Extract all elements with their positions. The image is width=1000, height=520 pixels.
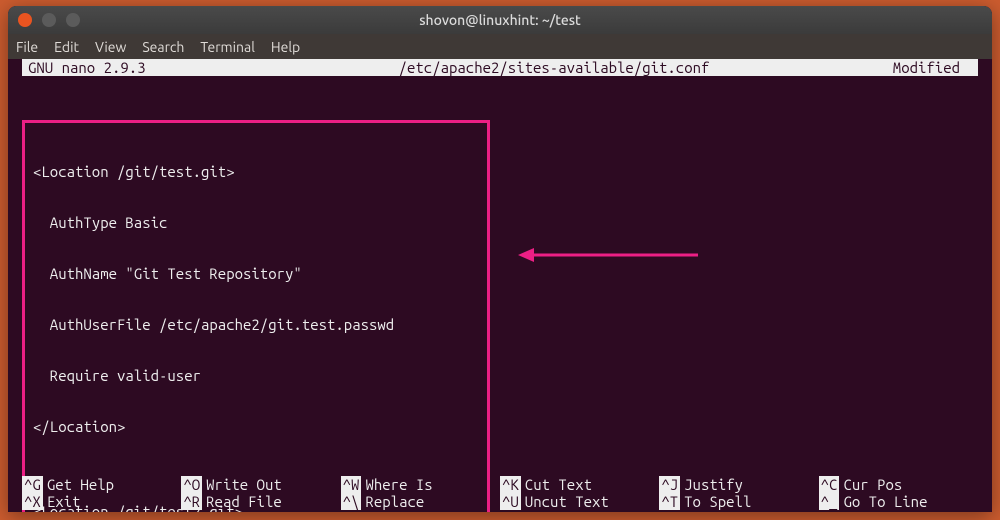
key-label: ^_ <box>819 493 840 510</box>
shortcut-label: Replace <box>365 493 424 510</box>
window-titlebar[interactable]: shovon@linuxhint: ~/test <box>8 6 992 34</box>
key-label: ^O <box>181 476 202 493</box>
menu-terminal[interactable]: Terminal <box>200 39 255 55</box>
key-label: ^U <box>500 493 521 510</box>
shortcut-to-spell[interactable]: ^TTo Spell <box>659 493 818 510</box>
shortcut-exit[interactable]: ^XExit <box>22 493 181 510</box>
shortcut-justify[interactable]: ^JJustify <box>659 476 818 493</box>
nano-filepath: /etc/apache2/sites-available/git.conf <box>268 59 840 76</box>
menu-search[interactable]: Search <box>142 39 184 55</box>
shortcut-replace[interactable]: ^\Replace <box>341 493 500 510</box>
shortcut-label: Uncut Text <box>525 493 609 510</box>
terminal-window: shovon@linuxhint: ~/test File Edit View … <box>8 6 992 512</box>
shortcut-cur-pos[interactable]: ^CCur Pos <box>819 476 978 493</box>
key-label: ^W <box>341 476 362 493</box>
maximize-icon[interactable] <box>66 13 80 27</box>
shortcut-label: Write Out <box>206 476 282 493</box>
highlight-box: <Location /git/test.git> AuthType Basic … <box>22 120 490 512</box>
key-label: ^\ <box>341 493 362 510</box>
key-label: ^X <box>22 493 43 510</box>
minimize-icon[interactable] <box>42 13 56 27</box>
shortcut-label: Cut Text <box>525 476 592 493</box>
shortcut-label: Justify <box>684 476 743 493</box>
shortcut-label: Get Help <box>47 476 114 493</box>
menu-file[interactable]: File <box>16 39 38 55</box>
footer-row-2: ^XExit ^RRead File ^\Replace ^UUncut Tex… <box>22 493 978 510</box>
nano-version: GNU nano 2.9.3 <box>28 59 268 76</box>
nano-header: GNU nano 2.9.3 /etc/apache2/sites-availa… <box>22 59 978 76</box>
key-label: ^T <box>659 493 680 510</box>
shortcut-get-help[interactable]: ^GGet Help <box>22 476 181 493</box>
shortcut-label: Where Is <box>365 476 432 493</box>
key-label: ^G <box>22 476 43 493</box>
nano-footer: ^GGet Help ^OWrite Out ^WWhere Is ^KCut … <box>8 476 992 512</box>
annotation-arrow <box>518 245 698 265</box>
code-line: </Location> <box>27 418 485 435</box>
menubar: File Edit View Search Terminal Help <box>8 34 992 59</box>
terminal-area[interactable]: GNU nano 2.9.3 /etc/apache2/sites-availa… <box>8 59 992 512</box>
key-label: ^K <box>500 476 521 493</box>
shortcut-cut-text[interactable]: ^KCut Text <box>500 476 659 493</box>
shortcut-read-file[interactable]: ^RRead File <box>181 493 340 510</box>
nano-status: Modified <box>840 59 960 76</box>
close-icon[interactable] <box>18 13 32 27</box>
shortcut-write-out[interactable]: ^OWrite Out <box>181 476 340 493</box>
footer-row-1: ^GGet Help ^OWrite Out ^WWhere Is ^KCut … <box>22 476 978 493</box>
shortcut-go-to-line[interactable]: ^_Go To Line <box>819 493 978 510</box>
key-label: ^C <box>819 476 840 493</box>
menu-edit[interactable]: Edit <box>54 39 79 55</box>
menu-view[interactable]: View <box>95 39 126 55</box>
shortcut-uncut-text[interactable]: ^UUncut Text <box>500 493 659 510</box>
code-line: Require valid-user <box>27 367 485 384</box>
shortcut-label: Go To Line <box>843 493 927 510</box>
shortcut-label: Cur Pos <box>843 476 902 493</box>
window-controls <box>18 13 80 27</box>
code-line: AuthType Basic <box>27 214 485 231</box>
code-line: <Location /git/test.git> <box>27 163 485 180</box>
shortcut-label: To Spell <box>684 493 751 510</box>
key-label: ^R <box>181 493 202 510</box>
shortcut-label: Read File <box>206 493 282 510</box>
window-title: shovon@linuxhint: ~/test <box>8 12 992 28</box>
key-label: ^J <box>659 476 680 493</box>
code-line: AuthName "Git Test Repository" <box>27 265 485 282</box>
editor-body[interactable]: <Location /git/test.git> AuthType Basic … <box>8 76 992 512</box>
shortcut-label: Exit <box>47 493 81 510</box>
shortcut-where-is[interactable]: ^WWhere Is <box>341 476 500 493</box>
code-line: AuthUserFile /etc/apache2/git.test.passw… <box>27 316 485 333</box>
menu-help[interactable]: Help <box>271 39 300 55</box>
